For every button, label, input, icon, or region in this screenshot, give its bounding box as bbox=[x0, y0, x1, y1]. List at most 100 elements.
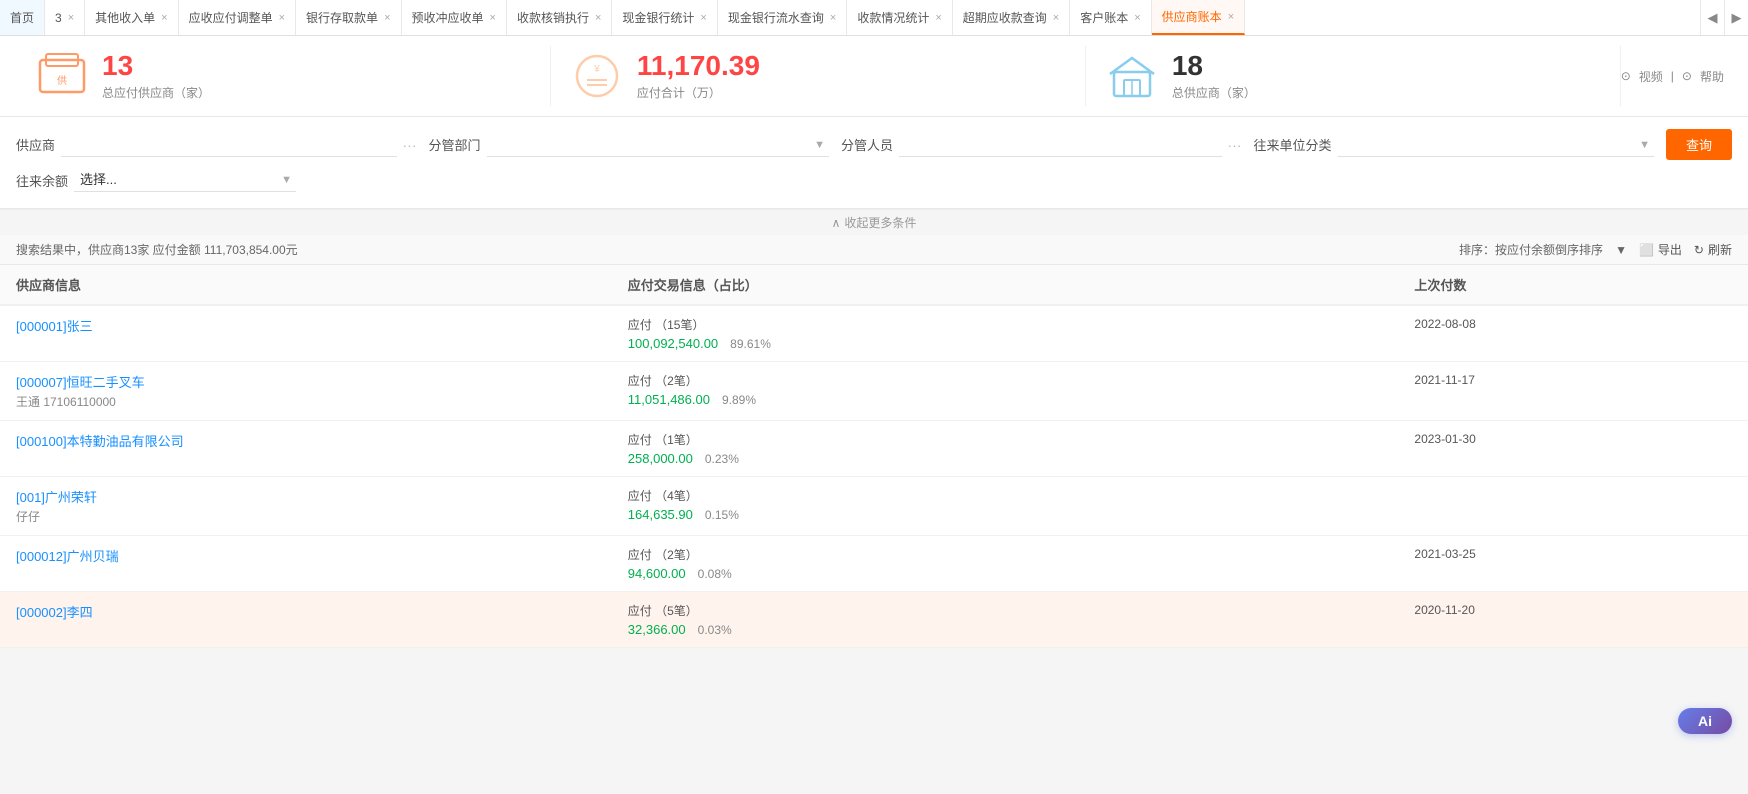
help-link[interactable]: 帮助 bbox=[1700, 68, 1724, 85]
nav-tab-receipt-stat[interactable]: 收款情况统计 × bbox=[847, 0, 952, 35]
supplier-link[interactable]: [001]广州荣轩 bbox=[16, 490, 97, 505]
filter-person-dots[interactable]: ··· bbox=[1228, 137, 1242, 153]
supplier-info-cell: [000002]李四 bbox=[0, 592, 612, 648]
close-ar-ap-adjust[interactable]: × bbox=[279, 12, 285, 24]
amount-link[interactable]: 11,051,486.00 bbox=[628, 392, 710, 407]
export-action[interactable]: ⬜ 导出 bbox=[1639, 241, 1682, 258]
col-header-tx: 应付交易信息（占比） bbox=[612, 265, 1399, 305]
amount-link[interactable]: 32,366.00 bbox=[628, 622, 686, 637]
export-icon: ⬜ bbox=[1639, 243, 1654, 257]
tx-info-cell: 应付 （5笔） 32,366.00 0.03% bbox=[612, 592, 1399, 648]
nav-tab-cash-flow[interactable]: 现金银行流水查询 × bbox=[718, 0, 847, 35]
nav-tab-receipt-verify[interactable]: 收款核销执行 × bbox=[507, 0, 612, 35]
last-payment-date: 2022-08-08 bbox=[1414, 317, 1475, 331]
nav-tab-overdue-ar[interactable]: 超期应收款查询 × bbox=[953, 0, 1070, 35]
amount-link[interactable]: 258,000.00 bbox=[628, 451, 693, 466]
query-button[interactable]: 查询 bbox=[1666, 129, 1732, 160]
close-customer-ledger[interactable]: × bbox=[1134, 12, 1140, 24]
tx-info-cell: 应付 （4笔） 164,635.90 0.15% bbox=[612, 477, 1399, 536]
close-cash-flow[interactable]: × bbox=[830, 12, 836, 24]
video-link[interactable]: 视频 bbox=[1639, 68, 1663, 85]
filter-person: 分管人员 ··· bbox=[841, 133, 1242, 157]
nav-tab-home[interactable]: 首页 bbox=[0, 0, 45, 35]
amount-link[interactable]: 164,635.90 bbox=[628, 507, 693, 522]
supplier-link[interactable]: [000007]恒旺二手叉车 bbox=[16, 375, 145, 390]
table-row: [000007]恒旺二手叉车王通 17106110000 应付 （2笔） 11,05… bbox=[0, 362, 1748, 421]
percentage-text: 0.15% bbox=[705, 508, 739, 522]
nav-bar: 首页 3 × 其他收入单 × 应收应付调整单 × 银行存取款单 × 预收冲应收单… bbox=[0, 0, 1748, 36]
nav-tab-ar-ap-adjust[interactable]: 应收应付调整单 × bbox=[179, 0, 296, 35]
nav-tab-prepay-ar[interactable]: 预收冲应收单 × bbox=[402, 0, 507, 35]
close-cash-stat[interactable]: × bbox=[700, 12, 706, 24]
last-payment-cell: 2021-03-25 bbox=[1398, 536, 1748, 592]
stats-bar: 供 13 总应付供应商（家） ¥ 11,170.39 应付合计（万） bbox=[0, 36, 1748, 117]
nav-tab-customer-ledger[interactable]: 客户账本 × bbox=[1070, 0, 1151, 35]
filter-dept: 分管部门 ▼ bbox=[429, 133, 830, 157]
tx-label: 应付 （5笔） bbox=[628, 604, 698, 618]
stat-block-ap-total: ¥ 11,170.39 应付合计（万） bbox=[551, 46, 1086, 106]
filter-balance-select[interactable]: 选择... bbox=[74, 168, 296, 192]
close-receipt-verify[interactable]: × bbox=[595, 12, 601, 24]
amount-link[interactable]: 100,092,540.00 bbox=[628, 336, 718, 351]
store-icon bbox=[1106, 50, 1158, 102]
tx-line: 应付 （2笔） bbox=[628, 372, 1383, 389]
amount-line: 11,051,486.009.89% bbox=[628, 392, 1383, 407]
chevron-up-icon: ∧ bbox=[832, 216, 841, 230]
filter-person-input[interactable] bbox=[899, 133, 1221, 157]
filter-dept-label: 分管部门 bbox=[429, 135, 481, 154]
ai-button[interactable]: Ai bbox=[1678, 708, 1732, 734]
supplier-link[interactable]: [000012]广州贝瑞 bbox=[16, 549, 119, 564]
tx-line: 应付 （4笔） bbox=[628, 487, 1383, 504]
supplier-info-cell: [001]广州荣轩仔仔 bbox=[0, 477, 612, 536]
supplier-sub-info: 王通 17106110000 bbox=[16, 393, 596, 410]
last-payment-date: 2021-11-17 bbox=[1414, 373, 1475, 387]
close-other-income[interactable]: × bbox=[161, 12, 167, 24]
collapse-bar[interactable]: ∧ 收起更多条件 bbox=[0, 209, 1748, 235]
supplier-link[interactable]: [000001]张三 bbox=[16, 319, 93, 334]
svg-text:¥: ¥ bbox=[593, 64, 600, 75]
close-prepay-ar[interactable]: × bbox=[490, 12, 496, 24]
close-bank-deposit[interactable]: × bbox=[384, 12, 390, 24]
col-header-last-payment: 上次付数 bbox=[1398, 265, 1748, 305]
tx-line: 应付 （5笔） bbox=[628, 602, 1383, 619]
refresh-action[interactable]: ↻ 刷新 bbox=[1694, 241, 1732, 258]
close-overdue-ar[interactable]: × bbox=[1053, 12, 1059, 24]
supplier-link[interactable]: [000002]李四 bbox=[16, 605, 93, 620]
filter-person-label: 分管人员 bbox=[841, 135, 893, 154]
collapse-button[interactable]: ∧ 收起更多条件 bbox=[832, 214, 917, 231]
nav-tab-cash-stat[interactable]: 现金银行统计 × bbox=[612, 0, 717, 35]
stat-block-total-suppliers: 18 总供应商（家） bbox=[1086, 46, 1621, 106]
amount-line: 32,366.00 0.03% bbox=[628, 622, 1383, 637]
percentage-text: 0.03% bbox=[698, 623, 732, 637]
filter-supplier-input[interactable] bbox=[61, 133, 396, 157]
nav-tab-supplier-ledger[interactable]: 供应商账本 × bbox=[1152, 0, 1245, 35]
tx-label: 应付 （15笔） bbox=[628, 318, 705, 332]
close-supplier-ledger[interactable]: × bbox=[1228, 11, 1234, 23]
stat-ap-total-info: 11,170.39 应付合计（万） bbox=[637, 51, 760, 101]
tx-line: 应付 （15笔） bbox=[628, 316, 1383, 333]
stat-total-suppliers-label: 总供应商（家） bbox=[1172, 84, 1256, 101]
table-body: [000001]张三应付 （15笔）100,092,540.0089.61%20… bbox=[0, 305, 1748, 648]
nav-tab-bank-deposit[interactable]: 银行存取款单 × bbox=[296, 0, 401, 35]
table-row: [000100]本特勤油品有限公司 应付 （1笔）258,000.000.23%2… bbox=[0, 421, 1748, 477]
close-tab-3[interactable]: × bbox=[68, 12, 74, 24]
filter-category-select-wrap: ▼ bbox=[1338, 133, 1654, 157]
filter-supplier: 供应商 ··· bbox=[16, 133, 417, 157]
supplier-link[interactable]: [000100]本特勤油品有限公司 bbox=[16, 434, 184, 449]
nav-prev-arrow[interactable]: ◀ bbox=[1700, 0, 1724, 36]
filter-dept-select[interactable] bbox=[487, 133, 829, 157]
nav-next-arrow[interactable]: ▶ bbox=[1724, 0, 1748, 36]
filter-supplier-dots[interactable]: ··· bbox=[403, 137, 417, 153]
nav-tab-other-income[interactable]: 其他收入单 × bbox=[85, 0, 178, 35]
result-actions: 排序：按应付余额倒序排序 ▼ ⬜ 导出 ↻ 刷新 bbox=[1459, 241, 1732, 258]
last-payment-date: 2021-03-25 bbox=[1414, 547, 1475, 561]
filter-balance: 往来余额 选择... ▼ bbox=[16, 168, 296, 192]
close-receipt-stat[interactable]: × bbox=[935, 12, 941, 24]
filter-category-select[interactable] bbox=[1338, 133, 1654, 157]
tx-info-cell: 应付 （2笔） 11,051,486.009.89% bbox=[612, 362, 1399, 421]
amount-link[interactable]: 94,600.00 bbox=[628, 566, 686, 581]
last-payment-cell: 2023-01-30 bbox=[1398, 421, 1748, 477]
table-header: 供应商信息 应付交易信息（占比） 上次付数 bbox=[0, 265, 1748, 305]
nav-tab-3[interactable]: 3 × bbox=[45, 0, 85, 35]
tx-info-cell: 应付 （1笔）258,000.000.23% bbox=[612, 421, 1399, 477]
